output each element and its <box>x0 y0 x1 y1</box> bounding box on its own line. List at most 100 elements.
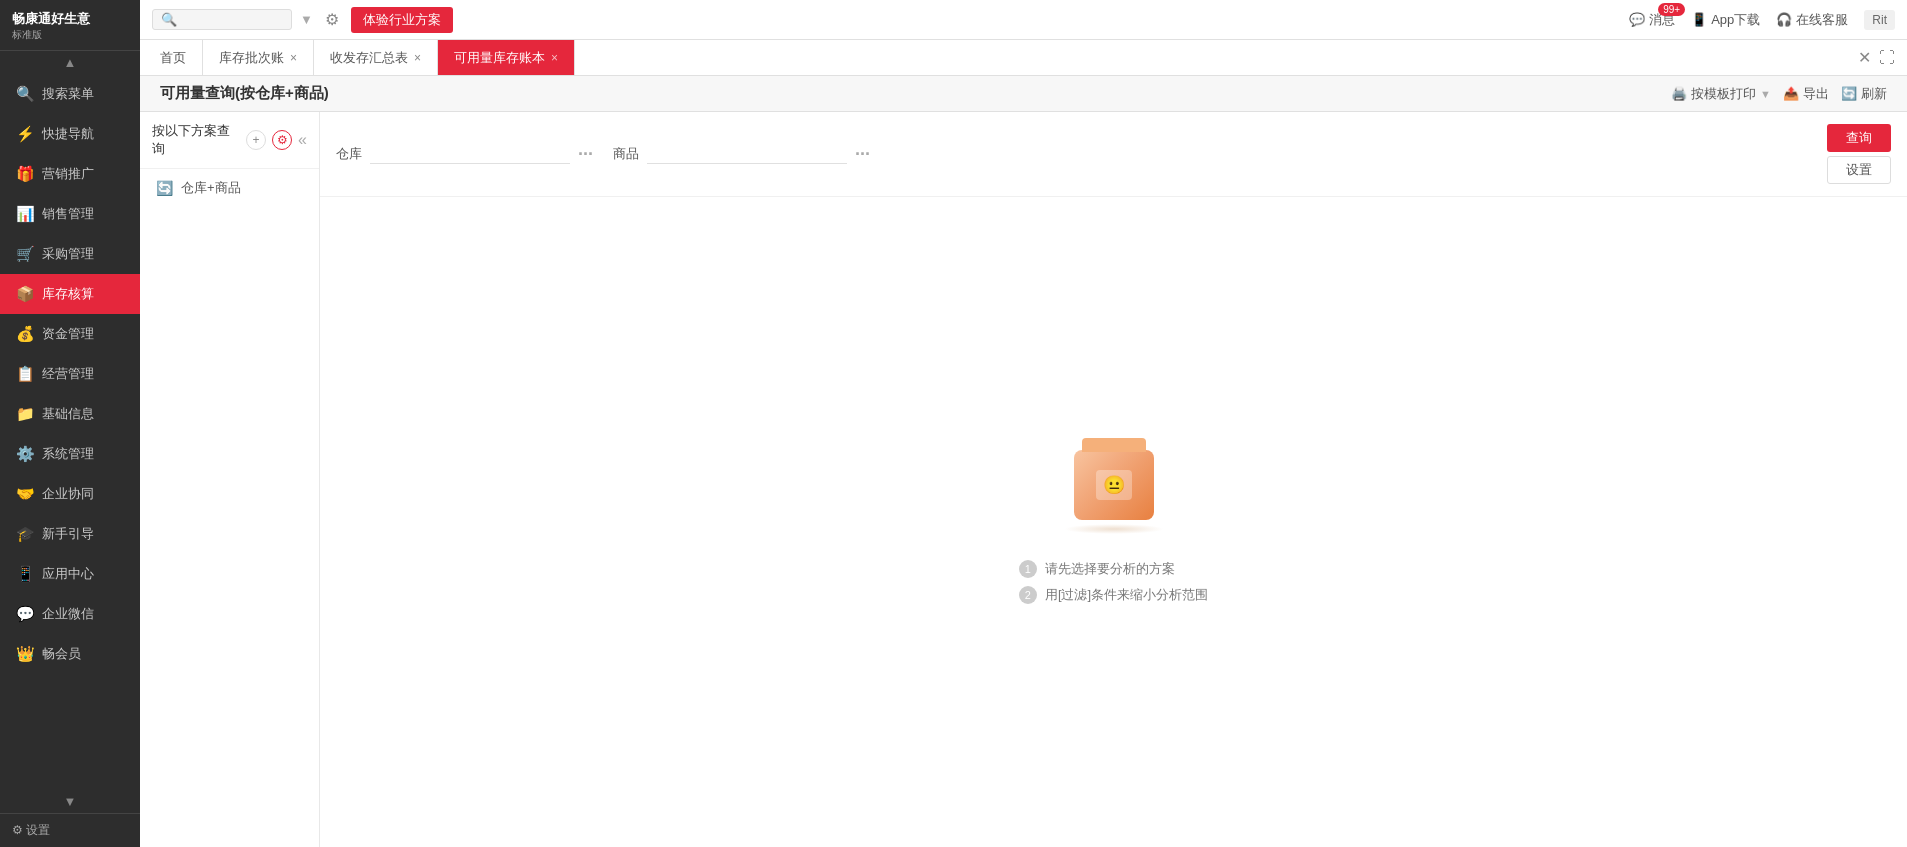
product-more-icon[interactable]: ··· <box>855 144 870 165</box>
empty-box: 😐 <box>1074 450 1154 520</box>
product-label: 商品 <box>613 145 639 163</box>
sidebar-item-label: 系统管理 <box>42 445 94 463</box>
product-input[interactable] <box>647 144 847 164</box>
topbar-search-box[interactable]: 🔍 <box>152 9 292 30</box>
tab-available-ledger[interactable]: 可用量库存账本 × <box>438 40 575 75</box>
left-panel-title: 按以下方案查询 <box>152 122 240 158</box>
sidebar-item-system[interactable]: ⚙️ 系统管理 <box>0 434 140 474</box>
guide-icon: 🎓 <box>16 525 34 543</box>
tab-batch-account-label: 库存批次账 <box>219 49 284 67</box>
topbar-dropdown-arrow[interactable]: ▼ <box>300 12 313 27</box>
tab-batch-account-close[interactable]: × <box>290 51 297 65</box>
hint-text-2: 用[过滤]条件来缩小分析范围 <box>1045 586 1208 604</box>
tab-home-label: 首页 <box>160 49 186 67</box>
user-avatar[interactable]: Rit <box>1864 10 1895 30</box>
sidebar-item-sales[interactable]: 📊 销售管理 <box>0 194 140 234</box>
sidebar-item-label: 采购管理 <box>42 245 94 263</box>
sidebar-item-funds[interactable]: 💰 资金管理 <box>0 314 140 354</box>
tab-home[interactable]: 首页 <box>140 40 203 75</box>
warehouse-label: 仓库 <box>336 145 362 163</box>
gear-icon: ⚙️ <box>16 445 34 463</box>
sidebar-item-label: 新手引导 <box>42 525 94 543</box>
print-icon: 🖨️ <box>1671 86 1687 101</box>
online-service-action[interactable]: 🎧 在线客服 <box>1776 11 1848 29</box>
query-button[interactable]: 查询 <box>1827 124 1891 152</box>
chat-icon: 💬 <box>16 605 34 623</box>
left-panel: 按以下方案查询 + ⚙ « 🔄 仓库+商品 <box>140 112 320 847</box>
empty-shadow <box>1064 524 1164 534</box>
empty-state: 😐 1 请先选择要分析的方案 2 用[过滤]条件来缩小分析范围 <box>320 197 1907 847</box>
print-dropdown-icon[interactable]: ▼ <box>1760 88 1771 100</box>
crown-icon: 👑 <box>16 645 34 663</box>
app-name: 畅康通好生意 <box>12 10 128 28</box>
hint-num-2: 2 <box>1019 586 1037 604</box>
cart-icon: 🛒 <box>16 245 34 263</box>
sidebar-bottom[interactable]: ⚙ 设置 <box>0 813 140 847</box>
main-content: 🔍 ▼ ⚙ 体验行业方案 💬 消息 99+ 📱 App下载 🎧 在线客服 Rit <box>140 0 1907 847</box>
tab-collect-summary-close[interactable]: × <box>414 51 421 65</box>
page-header-actions: 🖨️ 按模板打印 ▼ 📤 导出 🔄 刷新 <box>1671 85 1887 103</box>
tab-collect-summary-label: 收发存汇总表 <box>330 49 408 67</box>
app-download-action[interactable]: 📱 App下载 <box>1691 11 1760 29</box>
scheme-settings-button[interactable]: ⚙ <box>272 130 292 150</box>
add-scheme-button[interactable]: + <box>246 130 266 150</box>
empty-box-face: 😐 <box>1096 470 1132 500</box>
phone-icon: 📱 <box>16 565 34 583</box>
sidebar-item-label: 资金管理 <box>42 325 94 343</box>
sidebar-item-marketing[interactable]: 🎁 营销推广 <box>0 154 140 194</box>
tab-batch-account[interactable]: 库存批次账 × <box>203 40 314 75</box>
sidebar-item-label: 搜索菜单 <box>42 85 94 103</box>
topbar-gear-icon[interactable]: ⚙ <box>321 10 343 29</box>
hint-num-1: 1 <box>1019 560 1037 578</box>
page-header: 可用量查询(按仓库+商品) 🖨️ 按模板打印 ▼ 📤 导出 🔄 刷新 <box>140 76 1907 112</box>
search-icon: 🔍 <box>161 12 177 27</box>
right-panel: 仓库 ··· 商品 ··· 查询 设置 😐 <box>320 112 1907 847</box>
sidebar: 畅康通好生意 标准版 ▲ 🔍 搜索菜单 ⚡ 快捷导航 🎁 营销推广 📊 销售管理… <box>0 0 140 847</box>
sidebar-scroll-down[interactable]: ▼ <box>0 790 140 813</box>
sidebar-item-enterprise[interactable]: 🤝 企业协同 <box>0 474 140 514</box>
refresh-action[interactable]: 🔄 刷新 <box>1841 85 1887 103</box>
sidebar-item-ops[interactable]: 📋 经营管理 <box>0 354 140 394</box>
sidebar-item-search[interactable]: 🔍 搜索菜单 <box>0 74 140 114</box>
sidebar-item-label: 企业协同 <box>42 485 94 503</box>
tab-expand-icon[interactable]: ⛶ <box>1879 49 1895 67</box>
sidebar-item-appcenter[interactable]: 📱 应用中心 <box>0 554 140 594</box>
industry-solution-button[interactable]: 体验行业方案 <box>351 7 453 33</box>
export-action[interactable]: 📤 导出 <box>1783 85 1829 103</box>
chart-icon: 📊 <box>16 205 34 223</box>
hint-text-1: 请先选择要分析的方案 <box>1045 560 1175 578</box>
warehouse-more-icon[interactable]: ··· <box>578 144 593 165</box>
print-action[interactable]: 🖨️ 按模板打印 ▼ <box>1671 85 1771 103</box>
search-input[interactable] <box>181 13 281 27</box>
clipboard-icon: 📋 <box>16 365 34 383</box>
page-title: 可用量查询(按仓库+商品) <box>160 84 329 103</box>
sidebar-item-corpwx[interactable]: 💬 企业微信 <box>0 594 140 634</box>
setting-button[interactable]: 设置 <box>1827 156 1891 184</box>
sidebar-item-newguide[interactable]: 🎓 新手引导 <box>0 514 140 554</box>
warehouse-input[interactable] <box>370 144 570 164</box>
handshake-icon: 🤝 <box>16 485 34 503</box>
content-area: 按以下方案查询 + ⚙ « 🔄 仓库+商品 仓库 ··· 商品 <box>140 112 1907 847</box>
filter-row: 仓库 ··· 商品 ··· 查询 设置 <box>320 112 1907 197</box>
tab-close-all-icon[interactable]: ✕ <box>1858 48 1871 67</box>
tab-collect-summary[interactable]: 收发存汇总表 × <box>314 40 438 75</box>
tab-available-ledger-close[interactable]: × <box>551 51 558 65</box>
sidebar-item-purchase[interactable]: 🛒 采购管理 <box>0 234 140 274</box>
shortcut-icon: ⚡ <box>16 125 34 143</box>
print-label: 按模板打印 <box>1691 85 1756 103</box>
sidebar-item-member[interactable]: 👑 畅会员 <box>0 634 140 674</box>
scheme-item-warehouse-product[interactable]: 🔄 仓库+商品 <box>140 169 319 207</box>
message-action[interactable]: 💬 消息 99+ <box>1629 11 1675 29</box>
online-service-label: 在线客服 <box>1796 11 1848 29</box>
collapse-panel-button[interactable]: « <box>298 131 307 149</box>
sidebar-item-inventory[interactable]: 📦 库存核算 <box>0 274 140 314</box>
tab-available-ledger-label: 可用量库存账本 <box>454 49 545 67</box>
empty-hint-2: 2 用[过滤]条件来缩小分析范围 <box>1019 586 1208 604</box>
sidebar-item-basic[interactable]: 📁 基础信息 <box>0 394 140 434</box>
service-icon: 🎧 <box>1776 12 1792 27</box>
sidebar-item-label: 快捷导航 <box>42 125 94 143</box>
sidebar-item-shortcut[interactable]: ⚡ 快捷导航 <box>0 114 140 154</box>
export-label: 导出 <box>1803 85 1829 103</box>
sidebar-item-label: 企业微信 <box>42 605 94 623</box>
sidebar-scroll-up[interactable]: ▲ <box>0 51 140 74</box>
